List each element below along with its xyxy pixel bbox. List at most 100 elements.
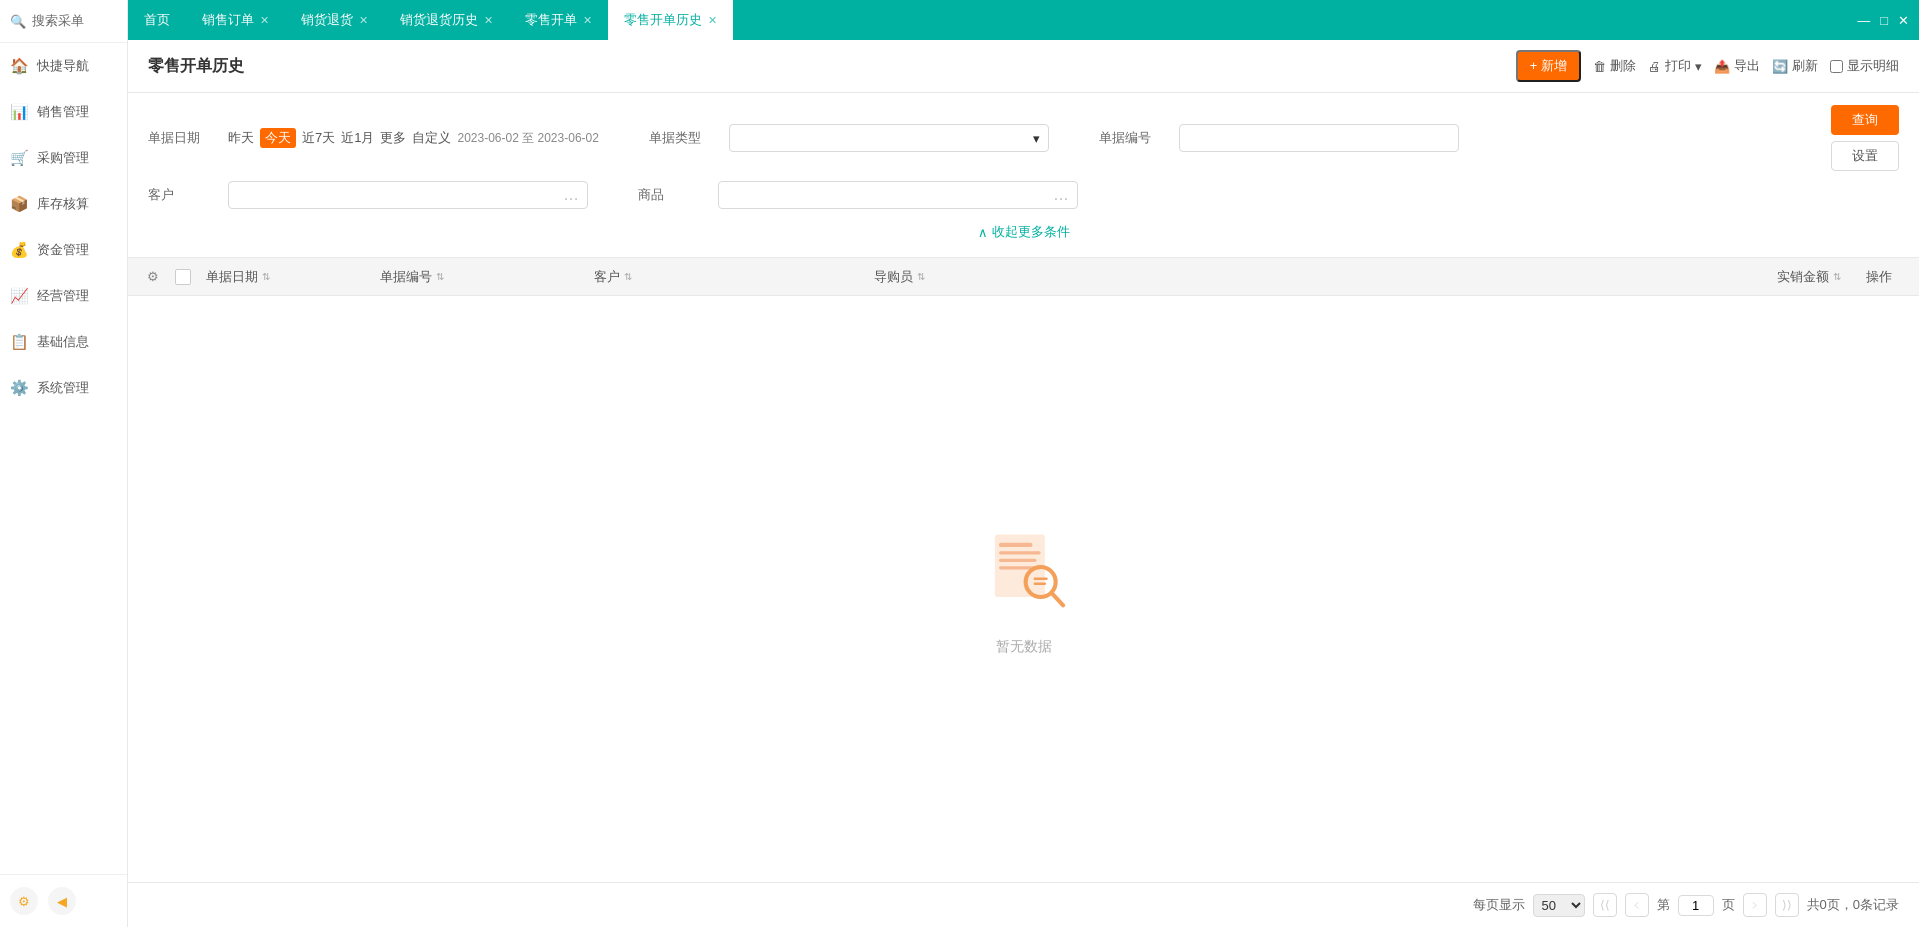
- page-input[interactable]: 1: [1678, 895, 1714, 916]
- th-checkbox-cell: [168, 269, 198, 285]
- date-sort-icon[interactable]: ⇅: [262, 271, 270, 282]
- goods-input[interactable]: …: [718, 181, 1078, 209]
- query-buttons: 查询 设置: [1831, 105, 1899, 171]
- sidebar: 🔍 搜索采单 🏠 快捷导航 📊 销售管理 🛒 采购管理 📦 库存核算 💰 资金管…: [0, 0, 128, 927]
- next-page-btn[interactable]: ﹥: [1743, 893, 1767, 917]
- tab-retail-open-close[interactable]: ✕: [583, 14, 592, 27]
- tab-sales-order-close[interactable]: ✕: [260, 14, 269, 27]
- window-controls: — □ ✕: [1857, 13, 1919, 28]
- select-all-checkbox[interactable]: [175, 269, 191, 285]
- print-button[interactable]: 🖨 打印 ▾: [1648, 57, 1702, 75]
- delete-icon: 🗑: [1593, 59, 1606, 74]
- doc-no-input[interactable]: [1179, 124, 1459, 152]
- date-last7[interactable]: 近7天: [302, 129, 335, 147]
- date-last-month[interactable]: 近1月: [341, 129, 374, 147]
- settings-bottom-icon[interactable]: ⚙: [10, 887, 38, 915]
- chevron-up-icon: ∧: [978, 225, 988, 240]
- doc-type-dropdown-icon: ▾: [1033, 131, 1040, 146]
- date-today[interactable]: 今天: [260, 128, 296, 148]
- customer-sort-icon[interactable]: ⇅: [624, 271, 632, 282]
- tab-home-label: 首页: [144, 11, 170, 29]
- collapse-filter-btn[interactable]: ∧ 收起更多条件: [148, 219, 1899, 245]
- sidebar-item-label: 库存核算: [37, 195, 89, 213]
- th-operation: 操作: [1849, 268, 1909, 286]
- filter-area: 单据日期 昨天 今天 近7天 近1月 更多 自定义 2023-06-02 至 2…: [128, 93, 1919, 258]
- sidebar-item-finance[interactable]: 💰 资金管理: [0, 227, 127, 273]
- ops-icon: 📈: [10, 287, 29, 305]
- amount-sort-icon[interactable]: ⇅: [1833, 271, 1841, 282]
- sidebar-item-sys-mgmt[interactable]: ⚙️ 系统管理: [0, 365, 127, 411]
- last-page-btn[interactable]: ⟩⟩: [1775, 893, 1799, 917]
- tab-sales-return-history[interactable]: 销货退货历史 ✕: [384, 0, 509, 40]
- filter-row-1: 单据日期 昨天 今天 近7天 近1月 更多 自定义 2023-06-02 至 2…: [148, 105, 1899, 171]
- tab-retail-history-close[interactable]: ✕: [708, 14, 717, 27]
- sidebar-bottom: ⚙ ◀: [0, 874, 127, 927]
- customer-label: 客户: [148, 186, 208, 204]
- tab-sales-return-close[interactable]: ✕: [359, 14, 368, 27]
- doc-no-label: 单据编号: [1099, 129, 1159, 147]
- page-size-select[interactable]: 20 50 100: [1533, 894, 1585, 917]
- top-nav: 首页 销售订单 ✕ 销货退货 ✕ 销货退货历史 ✕ 零售开单 ✕ 零售开单历史 …: [128, 0, 1919, 40]
- date-custom[interactable]: 自定义: [412, 129, 451, 147]
- tab-sales-order[interactable]: 销售订单 ✕: [186, 0, 285, 40]
- sidebar-item-label: 基础信息: [37, 333, 89, 351]
- tab-retail-history[interactable]: 零售开单历史 ✕: [608, 0, 733, 40]
- print-icon: 🖨: [1648, 59, 1661, 74]
- chart-icon: 📊: [10, 103, 29, 121]
- no-sort-icon[interactable]: ⇅: [436, 271, 444, 282]
- tab-sales-return[interactable]: 销货退货 ✕: [285, 0, 384, 40]
- date-label: 单据日期: [148, 129, 208, 147]
- sidebar-item-label: 快捷导航: [37, 57, 89, 75]
- date-more[interactable]: 更多: [380, 129, 406, 147]
- window-min-btn[interactable]: —: [1857, 13, 1870, 28]
- tab-retail-open-label: 零售开单: [525, 11, 577, 29]
- tab-home[interactable]: 首页: [128, 0, 186, 40]
- first-page-btn[interactable]: ⟨⟨: [1593, 893, 1617, 917]
- sidebar-search[interactable]: 🔍 搜索采单: [0, 0, 127, 43]
- th-no: 单据编号 ⇅: [372, 268, 586, 286]
- doc-type-label: 单据类型: [649, 129, 709, 147]
- tab-sales-return-history-close[interactable]: ✕: [484, 14, 493, 27]
- sidebar-item-purchase-mgmt[interactable]: 🛒 采购管理: [0, 135, 127, 181]
- sidebar-item-inventory[interactable]: 📦 库存核算: [0, 181, 127, 227]
- show-detail-checkbox[interactable]: 显示明细: [1830, 57, 1899, 75]
- th-guide: 导购员 ⇅: [866, 268, 1040, 286]
- doc-type-select[interactable]: ▾: [729, 124, 1049, 152]
- tab-retail-open[interactable]: 零售开单 ✕: [509, 0, 608, 40]
- query-button[interactable]: 查询: [1831, 105, 1899, 135]
- filter-row-2: 客户 … 商品 …: [148, 181, 1899, 209]
- tab-sales-return-history-label: 销货退货历史: [400, 11, 478, 29]
- page-label-after: 页: [1722, 896, 1735, 914]
- empty-text: 暂无数据: [996, 638, 1052, 656]
- settings-button[interactable]: 设置: [1831, 141, 1899, 171]
- refresh-button[interactable]: 🔄 刷新: [1772, 57, 1818, 75]
- guide-sort-icon[interactable]: ⇅: [917, 271, 925, 282]
- money-icon: 💰: [10, 241, 29, 259]
- customer-input[interactable]: …: [228, 181, 588, 209]
- show-detail-input[interactable]: [1830, 60, 1843, 73]
- sidebar-item-quick-nav[interactable]: 🏠 快捷导航: [0, 43, 127, 89]
- svg-rect-2: [999, 551, 1041, 554]
- sidebar-item-sales-mgmt[interactable]: 📊 销售管理: [0, 89, 127, 135]
- add-button[interactable]: + 新增: [1516, 50, 1581, 82]
- prev-page-btn[interactable]: ﹤: [1625, 893, 1649, 917]
- delete-button[interactable]: 🗑 删除: [1593, 57, 1636, 75]
- sidebar-item-basic-info[interactable]: 📋 基础信息: [0, 319, 127, 365]
- sidebar-item-label: 系统管理: [37, 379, 89, 397]
- window-max-btn[interactable]: □: [1880, 13, 1888, 28]
- sidebar-item-label: 经营管理: [37, 287, 89, 305]
- column-settings-icon[interactable]: ⚙: [138, 269, 168, 284]
- collapse-sidebar-icon[interactable]: ◀: [48, 887, 76, 915]
- date-yesterday[interactable]: 昨天: [228, 129, 254, 147]
- export-button[interactable]: 📤 导出: [1714, 57, 1760, 75]
- th-amount: 实销金额 ⇅: [1041, 268, 1849, 286]
- export-icon: 📤: [1714, 59, 1730, 74]
- window-close-btn[interactable]: ✕: [1898, 13, 1909, 28]
- svg-rect-1: [999, 543, 1032, 547]
- sidebar-item-label: 资金管理: [37, 241, 89, 259]
- th-date: 单据日期 ⇅: [198, 268, 372, 286]
- svg-rect-3: [999, 559, 1037, 562]
- tab-sales-return-label: 销货退货: [301, 11, 353, 29]
- sidebar-item-operations[interactable]: 📈 经营管理: [0, 273, 127, 319]
- page-title: 零售开单历史: [148, 56, 244, 77]
